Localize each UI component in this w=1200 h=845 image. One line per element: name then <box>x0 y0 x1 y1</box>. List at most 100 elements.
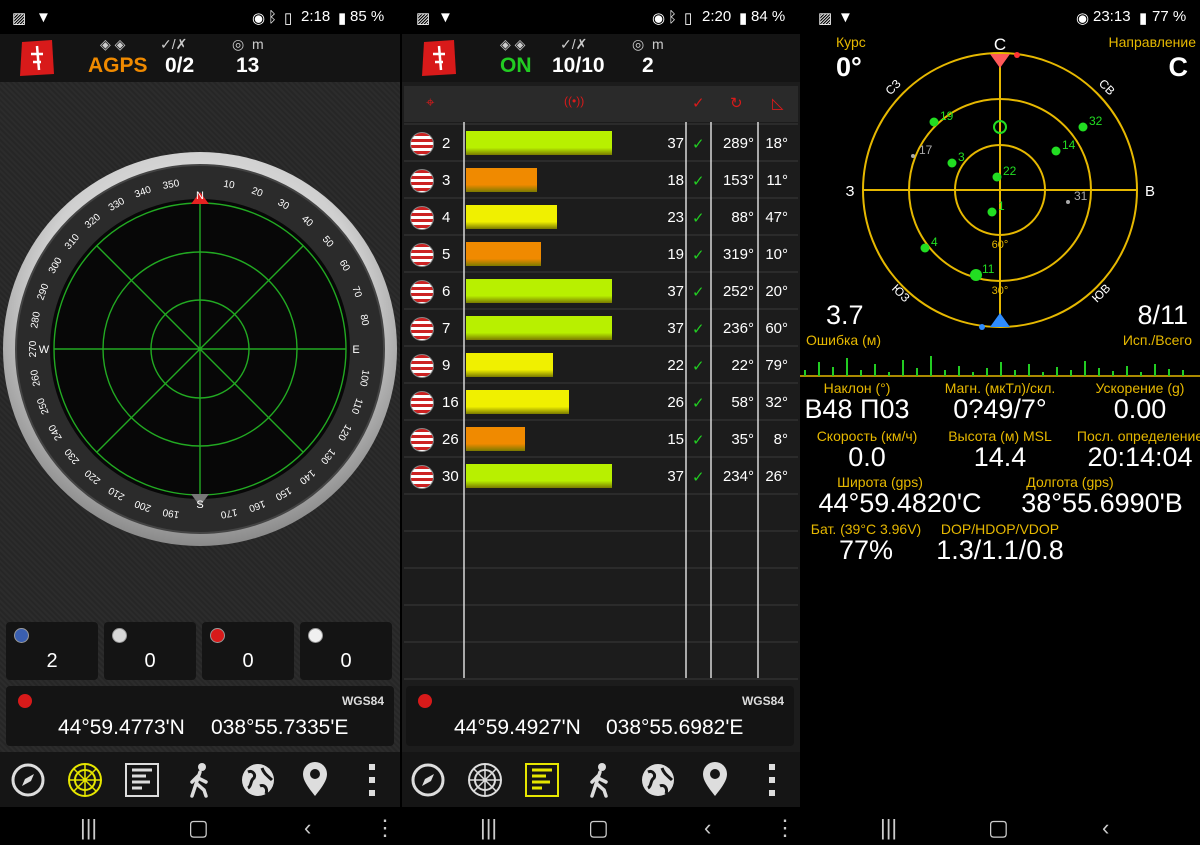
elevation-value: 20° <box>765 283 788 300</box>
home-icon[interactable]: ▢ <box>588 815 609 841</box>
constellation-count: 0 <box>144 650 156 672</box>
latitude: 44°59.4927'N <box>454 716 581 739</box>
satellite-prn: 3 <box>442 172 451 189</box>
back-icon[interactable]: ‹ <box>1102 815 1109 841</box>
signal-mini-bar <box>916 368 918 376</box>
compass-icon[interactable] <box>8 760 48 800</box>
elevation-value: 18° <box>765 135 788 152</box>
signal-bars-icon[interactable] <box>122 760 162 800</box>
signal-mini-bar <box>1112 371 1114 376</box>
home-icon[interactable]: ▢ <box>188 815 209 841</box>
radar-south-label: Ю <box>991 332 1008 334</box>
walk-icon[interactable] <box>580 760 620 800</box>
satellite-row[interactable]: 3 18 ✓ 153° 11° <box>404 163 798 199</box>
satellite-count: 10/10 <box>552 54 605 77</box>
signal-mini-bar <box>930 356 932 376</box>
satellite-prn: 2 <box>442 135 451 152</box>
accuracy-unit: m <box>652 36 664 52</box>
more-menu-icon[interactable] <box>352 760 392 800</box>
satellite-prn: 26 <box>442 431 459 448</box>
satellite-row[interactable]: 4 23 ✓ 88° 47° <box>404 200 798 236</box>
satellite-row[interactable]: 7 37 ✓ 236° 60° <box>404 311 798 347</box>
radar-satellite-dot <box>920 243 930 253</box>
radar-satellite-label: 11 <box>982 262 995 276</box>
bottom-toolbar <box>0 752 400 807</box>
info-value: 77% <box>838 535 894 565</box>
constellation-count: 2 <box>46 650 58 672</box>
signal-mini-bar <box>902 360 904 376</box>
app-logo-icon[interactable] <box>18 38 56 78</box>
radar-satellite-label: 22 <box>1003 164 1017 178</box>
usa-flag-icon <box>14 628 29 643</box>
globe-icon[interactable] <box>638 760 678 800</box>
satellite-row[interactable]: 26 15 ✓ 35° 8° <box>404 422 798 458</box>
map-pin-icon[interactable] <box>295 760 335 800</box>
constellation-tile[interactable]: 0 <box>300 622 392 680</box>
usa-flag-icon <box>410 391 434 415</box>
satellite-row[interactable]: 9 22 ✓ 22° 79° <box>404 348 798 384</box>
usa-flag-icon <box>410 169 434 193</box>
recent-apps-icon[interactable]: ||| <box>480 815 497 841</box>
nav-menu-icon[interactable]: ⋮ <box>374 815 396 841</box>
map-pin-icon[interactable] <box>695 760 735 800</box>
compass-dial: 3503403303203103002902802702602502402302… <box>3 152 397 546</box>
system-nav-bar: ||| ▢ ‹ <box>800 807 1200 845</box>
more-menu-icon[interactable] <box>752 760 792 800</box>
radar-satellite-label: 4 <box>931 235 938 249</box>
no-sim-icon: ▨ <box>818 10 833 27</box>
satellite-row[interactable]: 30 37 ✓ 234° 26° <box>404 459 798 495</box>
radar-icon[interactable] <box>65 760 105 800</box>
satellite-row[interactable]: 5 19 ✓ 319° 10° <box>404 237 798 273</box>
used-in-fix-check: ✓ <box>692 321 705 338</box>
signal-value: 37 <box>667 468 684 485</box>
satellite-row[interactable]: 16 26 ✓ 58° 32° <box>404 385 798 421</box>
coordinates-card[interactable]: WGS84 44°59.4927'N 038°55.6982'E <box>406 686 794 746</box>
radar-icon[interactable] <box>465 760 505 800</box>
recent-apps-icon[interactable]: ||| <box>880 815 897 841</box>
nav-menu-icon[interactable]: ⋮ <box>774 815 796 841</box>
clock: 2:18 <box>301 8 331 25</box>
back-icon[interactable]: ‹ <box>704 815 711 841</box>
signal-value: 26 <box>667 394 684 411</box>
satellite-prn: 9 <box>442 357 451 374</box>
signal-strength-bars <box>800 356 1200 377</box>
error-label: Ошибка (м) <box>806 332 882 348</box>
back-icon[interactable]: ‹ <box>304 815 311 841</box>
signal-value: 37 <box>667 283 684 300</box>
vibrate-icon: ▯ <box>684 10 693 27</box>
satellite-row[interactable]: 2 37 ✓ 289° 18° <box>404 126 798 162</box>
signal-bars-icon[interactable] <box>522 760 562 800</box>
constellation-tile[interactable]: 0 <box>202 622 294 680</box>
fix-mode: AGPS <box>88 54 148 77</box>
radar-sw-label: ЮЗ <box>889 281 913 305</box>
used-in-fix-check: ✓ <box>692 395 705 412</box>
constellation-count: 0 <box>340 650 352 672</box>
used-in-fix-icon: ✓ <box>692 95 705 112</box>
satellite-row[interactable]: 6 37 ✓ 252° 20° <box>404 274 798 310</box>
satellite-prn: 16 <box>442 394 459 411</box>
app-logo-icon[interactable] <box>420 38 458 78</box>
info-value: 38°55.6990'В <box>1021 488 1183 518</box>
signal-mini-bar <box>860 370 862 376</box>
status-bar: ▨ ▼ ◉ 23:13 ▮ 77 % <box>800 0 1200 34</box>
recent-apps-icon[interactable]: ||| <box>80 815 97 841</box>
globe-icon[interactable] <box>238 760 278 800</box>
used-in-fix-check: ✓ <box>692 432 705 449</box>
constellation-tile[interactable]: 2 <box>6 622 98 680</box>
coordinates-card[interactable]: WGS84 44°59.4773'N 038°55.7335'E <box>6 686 394 746</box>
compass-area: 350 340 330 320 310 300 290 280 270 260 250 240 230 2… <box>0 82 400 752</box>
signal-mini-bar <box>1070 370 1072 376</box>
radar-satellite-label: 19 <box>940 109 954 123</box>
home-icon[interactable]: ▢ <box>988 815 1009 841</box>
used-in-fix-check: ✓ <box>692 136 705 153</box>
status-bar: ▨ ▼ ◉ ᛒ ▯ 2:18 ▮ 85 % <box>0 0 400 34</box>
constellation-tile[interactable]: 0 <box>104 622 196 680</box>
walk-icon[interactable] <box>180 760 220 800</box>
check-satellite-icon: ✓/✗ <box>160 36 188 52</box>
japan-flag-icon <box>308 628 323 643</box>
check-satellite-icon: ✓/✗ <box>560 36 588 52</box>
signal-mini-bar <box>1126 366 1128 376</box>
compass-icon[interactable] <box>408 760 448 800</box>
used-in-fix-check: ✓ <box>692 247 705 264</box>
china-flag-icon <box>210 628 225 643</box>
